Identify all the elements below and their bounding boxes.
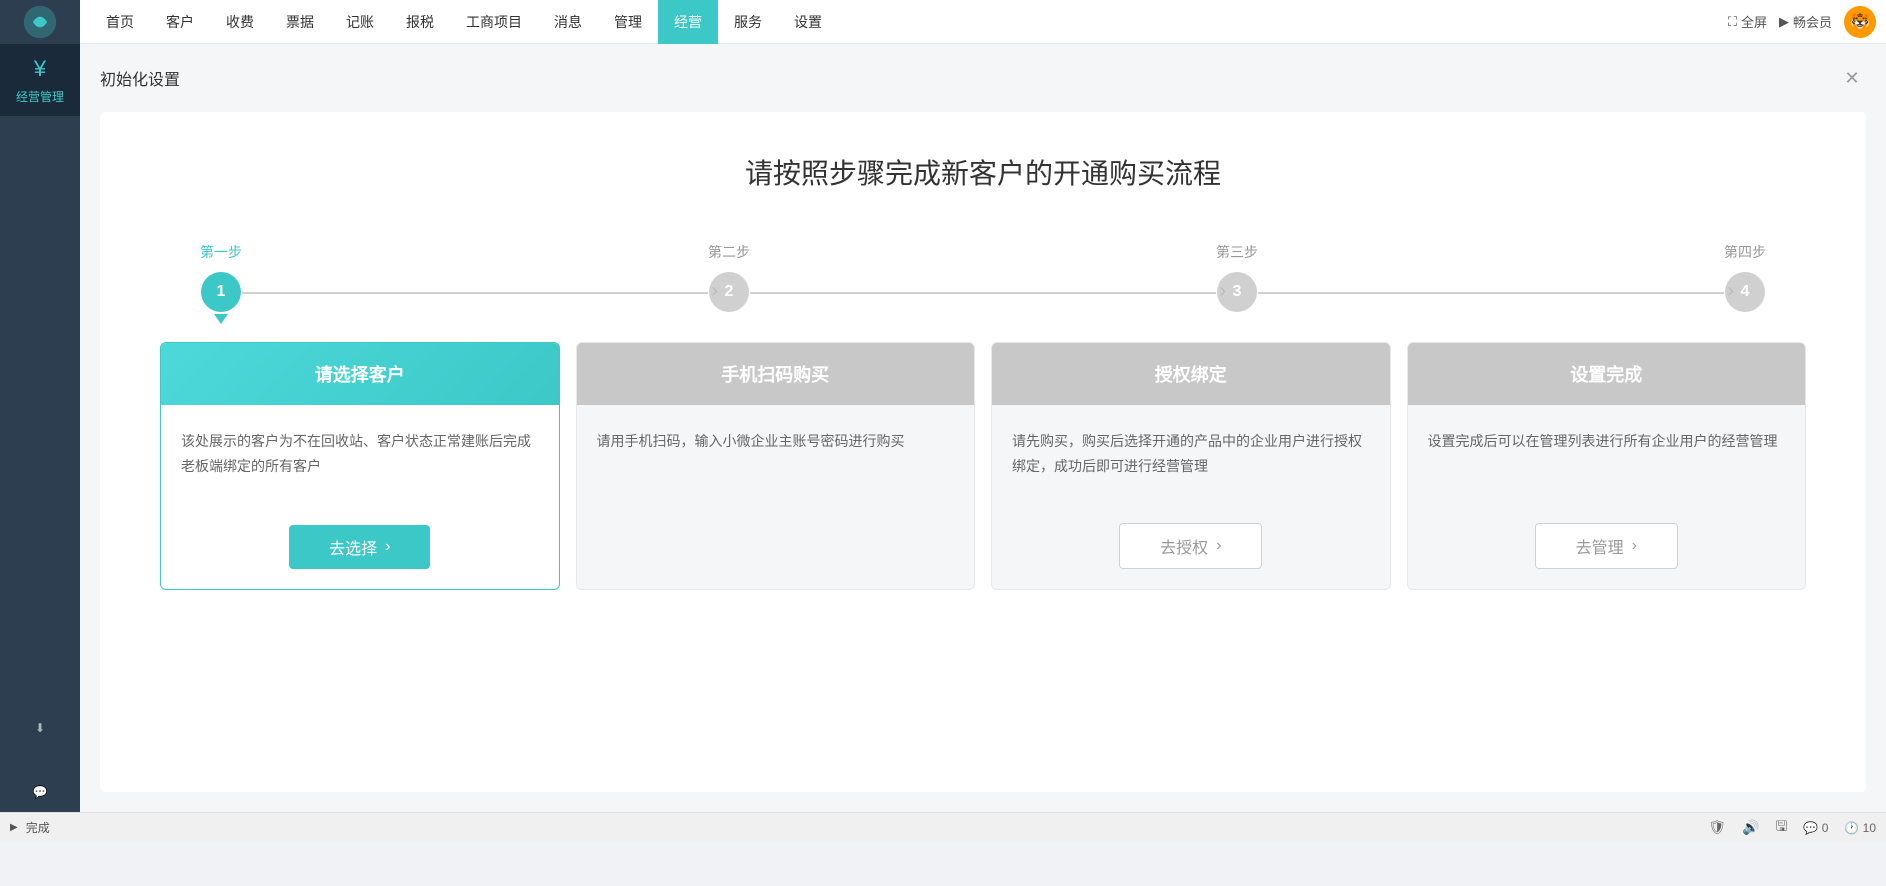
- nav-service[interactable]: 服务: [718, 0, 778, 44]
- top-nav: 首页 客户 收费 票据 记账 报税 工商项目 消息 管理 经营 服务 设置 ⛶ …: [80, 0, 1886, 44]
- card-2-footer: [577, 549, 975, 589]
- connector-2-3: ›: [750, 292, 1216, 294]
- go-authorize-button[interactable]: 去授权 ›: [1119, 523, 1262, 569]
- go-select-label: 去选择: [329, 535, 377, 559]
- sidebar: ¥ 经营管理 ⬇ 💬: [0, 0, 80, 842]
- connector-1-2: ›: [242, 292, 708, 294]
- sidebar-item-management[interactable]: ¥ 经营管理: [0, 44, 80, 116]
- nav-settings[interactable]: 设置: [778, 0, 838, 44]
- card-1-footer: 去选择 ›: [161, 505, 559, 589]
- nav-bookkeeping[interactable]: 记账: [330, 0, 390, 44]
- card-2-header: 手机扫码购买: [577, 343, 975, 405]
- step-1-arrow: [214, 314, 228, 324]
- clock-icon: 🕐 10: [1844, 821, 1876, 835]
- yen-icon: ¥: [34, 56, 46, 82]
- play-icon: ▶: [10, 822, 18, 833]
- go-select-icon: ›: [385, 538, 390, 556]
- nav-operation[interactable]: 经营: [658, 0, 718, 44]
- step-card-4: 设置完成 设置完成后可以在管理列表进行所有企业用户的经营管理 去管理 ›: [1407, 342, 1807, 590]
- nav-right: ⛶ 全屏 ▶ 畅会员 🐯: [1728, 6, 1876, 38]
- go-authorize-icon: ›: [1216, 537, 1221, 555]
- download-icon: ⬇: [35, 721, 45, 735]
- nav-tax[interactable]: 报税: [390, 0, 450, 44]
- card-4-body: 设置完成后可以在管理列表进行所有企业用户的经营管理: [1408, 405, 1806, 503]
- nav-fee[interactable]: 收费: [210, 0, 270, 44]
- close-button[interactable]: ✕: [1838, 64, 1866, 92]
- step-1-circle: 1: [201, 272, 241, 312]
- taskbar-right: 🛡 🔊 🖫 💬 0 🕐 10: [1708, 816, 1876, 840]
- page-title: 初始化设置: [100, 66, 180, 90]
- card-4-header: 设置完成: [1408, 343, 1806, 405]
- member-btn[interactable]: ▶ 畅会员: [1779, 12, 1832, 31]
- nav-message[interactable]: 消息: [538, 0, 598, 44]
- step-1-label: 第一步: [200, 242, 242, 262]
- go-manage-label: 去管理: [1576, 534, 1624, 558]
- page-header: 初始化设置 ✕: [100, 64, 1866, 92]
- fullscreen-icon: ⛶: [1728, 14, 1737, 30]
- sidebar-item-label: 经营管理: [16, 88, 64, 105]
- taskbar-left: ▶ 完成: [10, 819, 50, 836]
- step-card-3: 授权绑定 请先购买，购买后选择开通的产品中的企业用户进行授权绑定，成功后即可进行…: [991, 342, 1391, 590]
- support-icon: 💬: [33, 785, 48, 799]
- fullscreen-btn[interactable]: ⛶ 全屏: [1728, 12, 1767, 31]
- step-2-label: 第二步: [708, 242, 750, 262]
- step-4-label: 第四步: [1724, 242, 1766, 262]
- comment-icon[interactable]: 💬 0: [1803, 821, 1828, 835]
- sidebar-logo: [0, 0, 80, 44]
- go-select-button[interactable]: 去选择 ›: [289, 525, 430, 569]
- go-authorize-label: 去授权: [1160, 534, 1208, 558]
- nav-business[interactable]: 工商项目: [450, 0, 538, 44]
- step-card-2: 手机扫码购买 请用手机扫码，输入小微企业主账号密码进行购买: [576, 342, 976, 590]
- cards-row: 请选择客户 该处展示的客户为不在回收站、客户状态正常建账后完成老板端绑定的所有客…: [160, 342, 1806, 590]
- card-3-header: 授权绑定: [992, 343, 1390, 405]
- connector-3-4: ›: [1258, 292, 1724, 294]
- steps-track: 第一步 1 › 第二步 2 ›: [160, 242, 1806, 312]
- step-card-1: 请选择客户 该处展示的客户为不在回收站、客户状态正常建账后完成老板端绑定的所有客…: [160, 342, 560, 590]
- shield-icon[interactable]: 🛡: [1708, 819, 1726, 836]
- sidebar-download[interactable]: ⬇: [0, 698, 80, 758]
- taskbar: ▶ 完成 🛡 🔊 🖫 💬 0 🕐 10: [0, 812, 1886, 842]
- go-manage-icon: ›: [1632, 537, 1637, 555]
- card-1-body: 该处展示的客户为不在回收站、客户状态正常建账后完成老板端绑定的所有客户: [161, 405, 559, 505]
- nav-manage[interactable]: 管理: [598, 0, 658, 44]
- step-3-label: 第三步: [1216, 242, 1258, 262]
- step-1-node: 第一步 1: [200, 242, 242, 312]
- nav-customer[interactable]: 客户: [150, 0, 210, 44]
- card-4-footer: 去管理 ›: [1408, 503, 1806, 589]
- play-icon: ▶: [1779, 14, 1789, 30]
- card-3-body: 请先购买，购买后选择开通的产品中的企业用户进行授权绑定，成功后即可进行经营管理: [992, 405, 1390, 503]
- card-1-header: 请选择客户: [161, 343, 559, 405]
- main-content: 初始化设置 ✕ 请按照步骤完成新客户的开通购买流程 第一步 1 › 第二步: [80, 44, 1886, 812]
- go-manage-button[interactable]: 去管理 ›: [1535, 523, 1678, 569]
- avatar-icon: 🐯: [1850, 12, 1870, 32]
- save-icon[interactable]: 🖫: [1775, 816, 1787, 840]
- card-2-body: 请用手机扫码，输入小微企业主账号密码进行购买: [577, 405, 975, 549]
- taskbar-status: 完成: [26, 819, 50, 836]
- nav-invoice[interactable]: 票据: [270, 0, 330, 44]
- card-3-footer: 去授权 ›: [992, 503, 1390, 589]
- wizard-container: 请按照步骤完成新客户的开通购买流程 第一步 1 › 第二步 2: [100, 112, 1866, 792]
- nav-home[interactable]: 首页: [90, 0, 150, 44]
- avatar[interactable]: 🐯: [1844, 6, 1876, 38]
- wizard-title: 请按照步骤完成新客户的开通购买流程: [160, 152, 1806, 192]
- volume-icon[interactable]: 🔊: [1742, 819, 1759, 836]
